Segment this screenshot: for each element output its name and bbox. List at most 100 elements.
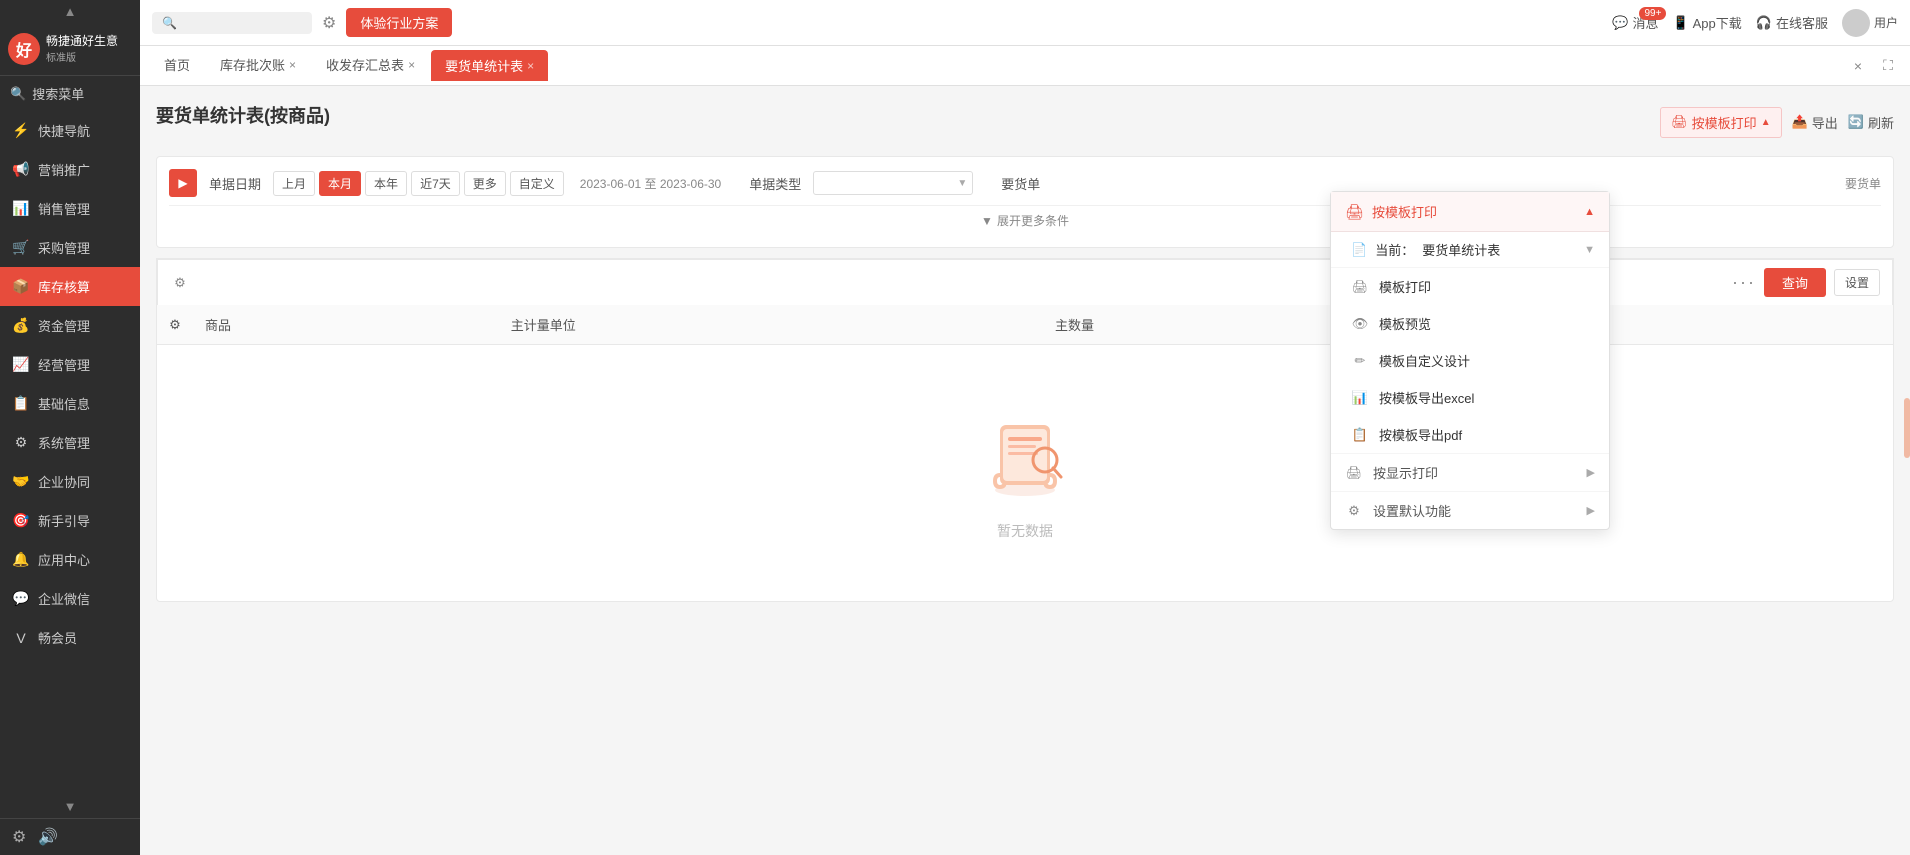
dropdown-item-template-design[interactable]: ✏ 模板自定义设计 xyxy=(1331,342,1609,379)
dropdown-header[interactable]: 🖨 按模板打印 ▲ xyxy=(1331,192,1609,232)
sidebar-scroll-up[interactable]: ▲ xyxy=(0,0,140,23)
trial-button[interactable]: 体验行业方案 xyxy=(346,8,452,37)
tab-order-stat-close[interactable]: × xyxy=(527,59,534,73)
tabs-bar: 首页 库存批次账 × 收发存汇总表 × 要货单统计表 × × ⛶ xyxy=(140,46,1910,86)
sidebar-item-appstore[interactable]: 🔔 应用中心 xyxy=(0,540,140,579)
system-icon: ⚙ xyxy=(12,434,30,452)
type-select[interactable] xyxy=(813,171,973,195)
dropdown-item-template-pdf[interactable]: 📋 按模板导出pdf xyxy=(1331,416,1609,453)
tab-receipt[interactable]: 收发存汇总表 × xyxy=(312,49,429,82)
dropdown-item-template-print[interactable]: 🖨 模板打印 xyxy=(1331,268,1609,305)
settings-button[interactable]: 设置 xyxy=(1834,269,1880,296)
sidebar-item-label: 应用中心 xyxy=(38,550,90,569)
shortcut-icon: ⚡ xyxy=(12,122,30,140)
sidebar-item-system[interactable]: ⚙ 系统管理 xyxy=(0,423,140,462)
topbar-icons: 💬 消息 99+ 📱 App下载 🎧 在线客服 用户 xyxy=(1612,9,1898,37)
sidebar-search[interactable]: 🔍 搜索菜单 xyxy=(0,76,140,111)
tab-batch-close[interactable]: × xyxy=(289,58,296,72)
tab-order-stat[interactable]: 要货单统计表 × xyxy=(431,50,548,81)
dropdown-collapse-icon[interactable]: ▲ xyxy=(1584,206,1595,218)
appstore-icon: 🔔 xyxy=(12,551,30,569)
message-button[interactable]: 💬 消息 99+ xyxy=(1612,13,1658,32)
page-content: 要货单统计表(按商品) 🖨 按模板打印 ▲ 📤 导出 🔄 刷新 xyxy=(140,86,1910,855)
sidebar-item-sales[interactable]: 📊 销售管理 xyxy=(0,189,140,228)
print-dropdown-menu: 🖨 按模板打印 ▲ 📄 当前： 要货单统计表 ▼ 🖨 模板打印 � xyxy=(1330,191,1610,530)
topbar-gear-icon[interactable]: ⚙ xyxy=(322,13,336,33)
more-options-icon[interactable]: ··· xyxy=(1732,272,1756,293)
export-button[interactable]: 📤 导出 xyxy=(1792,113,1838,132)
filter-expand-icon[interactable]: ▶ xyxy=(169,169,197,197)
message-badge: 99+ xyxy=(1639,7,1666,20)
sidebar-item-operation[interactable]: 📈 经营管理 xyxy=(0,345,140,384)
type-select-wrapper: ▼ xyxy=(813,171,973,195)
print-template-icon: 🖨 xyxy=(1671,114,1688,130)
sidebar-item-inventory[interactable]: 📦 库存核算 xyxy=(0,267,140,306)
th-settings: ⚙ xyxy=(157,305,193,345)
search-icon: 🔍 xyxy=(10,86,26,102)
default-func-label: 设置默认功能 xyxy=(1373,501,1451,520)
type-label: 单据类型 xyxy=(749,174,801,193)
tab-home[interactable]: 首页 xyxy=(150,49,204,82)
date-btn-custom[interactable]: 自定义 xyxy=(510,171,564,196)
sidebar-item-label: 经营管理 xyxy=(38,355,90,374)
tab-batch[interactable]: 库存批次账 × xyxy=(206,49,310,82)
sidebar-bottom: ⚙ 🔊 xyxy=(0,818,140,855)
sidebar-item-purchase[interactable]: 🛒 采购管理 xyxy=(0,228,140,267)
app-download-label: App下载 xyxy=(1693,13,1742,32)
sidebar-item-label: 采购管理 xyxy=(38,238,90,257)
sidebar-item-label: 快捷导航 xyxy=(38,121,90,140)
sidebar: ▲ 好 畅捷通好生意 标准版 🔍 搜索菜单 ⚡ 快捷导航 📢 营销推广 📊 销售… xyxy=(0,0,140,855)
sidebar-item-basic[interactable]: 📋 基础信息 xyxy=(0,384,140,423)
topbar-search[interactable]: 🔍 xyxy=(152,12,312,34)
query-button[interactable]: 查询 xyxy=(1764,268,1826,297)
tab-close-window[interactable]: × xyxy=(1846,54,1870,78)
user-avatar[interactable]: 用户 xyxy=(1842,9,1898,37)
template-print-icon: 🖨 xyxy=(1351,278,1369,296)
order-type-label: 要货单 xyxy=(1001,174,1040,193)
expand-chevron-down: ▼ xyxy=(981,214,993,228)
sidebar-scroll-down[interactable]: ▼ xyxy=(0,795,140,818)
th-unit: 主计量单位 xyxy=(499,305,1043,345)
column-settings-icon[interactable]: ⚙ xyxy=(170,273,190,293)
template-excel-icon: 📊 xyxy=(1351,389,1369,407)
sidebar-item-shortcut[interactable]: ⚡ 快捷导航 xyxy=(0,111,140,150)
current-template-item[interactable]: 📄 当前： 要货单统计表 ▼ xyxy=(1331,232,1609,268)
sidebar-item-vip[interactable]: V 畅会员 xyxy=(0,618,140,657)
app-download-button[interactable]: 📱 App下载 xyxy=(1672,13,1741,32)
tab-maximize[interactable]: ⛶ xyxy=(1876,54,1900,78)
settings-icon[interactable]: ⚙ xyxy=(12,827,26,847)
dropdown-group-display-print[interactable]: 🖨 按显示打印 ▶ xyxy=(1331,453,1609,491)
print-template-button[interactable]: 🖨 按模板打印 ▲ xyxy=(1660,107,1781,138)
date-btn-more[interactable]: 更多 xyxy=(464,171,506,196)
sidebar-item-collab[interactable]: 🤝 企业协同 xyxy=(0,462,140,501)
sidebar-item-wechat[interactable]: 💬 企业微信 xyxy=(0,579,140,618)
col-settings-icon[interactable]: ⚙ xyxy=(169,317,181,332)
dropdown-item-template-excel[interactable]: 📊 按模板导出excel xyxy=(1331,379,1609,416)
sidebar-item-guide[interactable]: 🎯 新手引导 xyxy=(0,501,140,540)
sidebar-item-finance[interactable]: 💰 资金管理 xyxy=(0,306,140,345)
dropdown-group-default-func[interactable]: ⚙ 设置默认功能 ▶ xyxy=(1331,491,1609,529)
dropdown-group-default-left: ⚙ 设置默认功能 xyxy=(1345,501,1451,520)
refresh-button[interactable]: 🔄 刷新 xyxy=(1848,113,1894,132)
filter-bar: ▶ 单据日期 上月 本月 本年 近7天 更多 自定义 2023-06-01 至 … xyxy=(156,156,1894,248)
customer-service-button[interactable]: 🎧 在线客服 xyxy=(1756,13,1828,32)
dropdown-header-label: 按模板打印 xyxy=(1372,202,1437,221)
date-btn-last-month[interactable]: 上月 xyxy=(273,171,315,196)
date-btn-this-month[interactable]: 本月 xyxy=(319,171,361,196)
app-logo: 好 畅捷通好生意 标准版 xyxy=(0,23,140,76)
topbar-search-icon: 🔍 xyxy=(162,16,177,30)
template-excel-label: 按模板导出excel xyxy=(1379,388,1474,407)
sound-icon[interactable]: 🔊 xyxy=(38,827,58,847)
table-toolbar: ⚙ ··· 查询 设置 xyxy=(157,259,1893,305)
sidebar-item-marketing[interactable]: 📢 营销推广 xyxy=(0,150,140,189)
date-btn-7days[interactable]: 近7天 xyxy=(411,171,460,196)
dropdown-item-template-preview[interactable]: 👁 模板预览 xyxy=(1331,305,1609,342)
expand-more-btn[interactable]: ▼ 展开更多条件 xyxy=(169,205,1881,235)
date-btn-this-year[interactable]: 本年 xyxy=(365,171,407,196)
current-template-arrow: ▼ xyxy=(1584,244,1595,256)
sidebar-item-label: 销售管理 xyxy=(38,199,90,218)
inventory-icon: 📦 xyxy=(12,278,30,296)
tab-home-label: 首页 xyxy=(164,55,190,74)
th-unit-label: 主计量单位 xyxy=(511,318,576,333)
tab-receipt-close[interactable]: × xyxy=(408,58,415,72)
